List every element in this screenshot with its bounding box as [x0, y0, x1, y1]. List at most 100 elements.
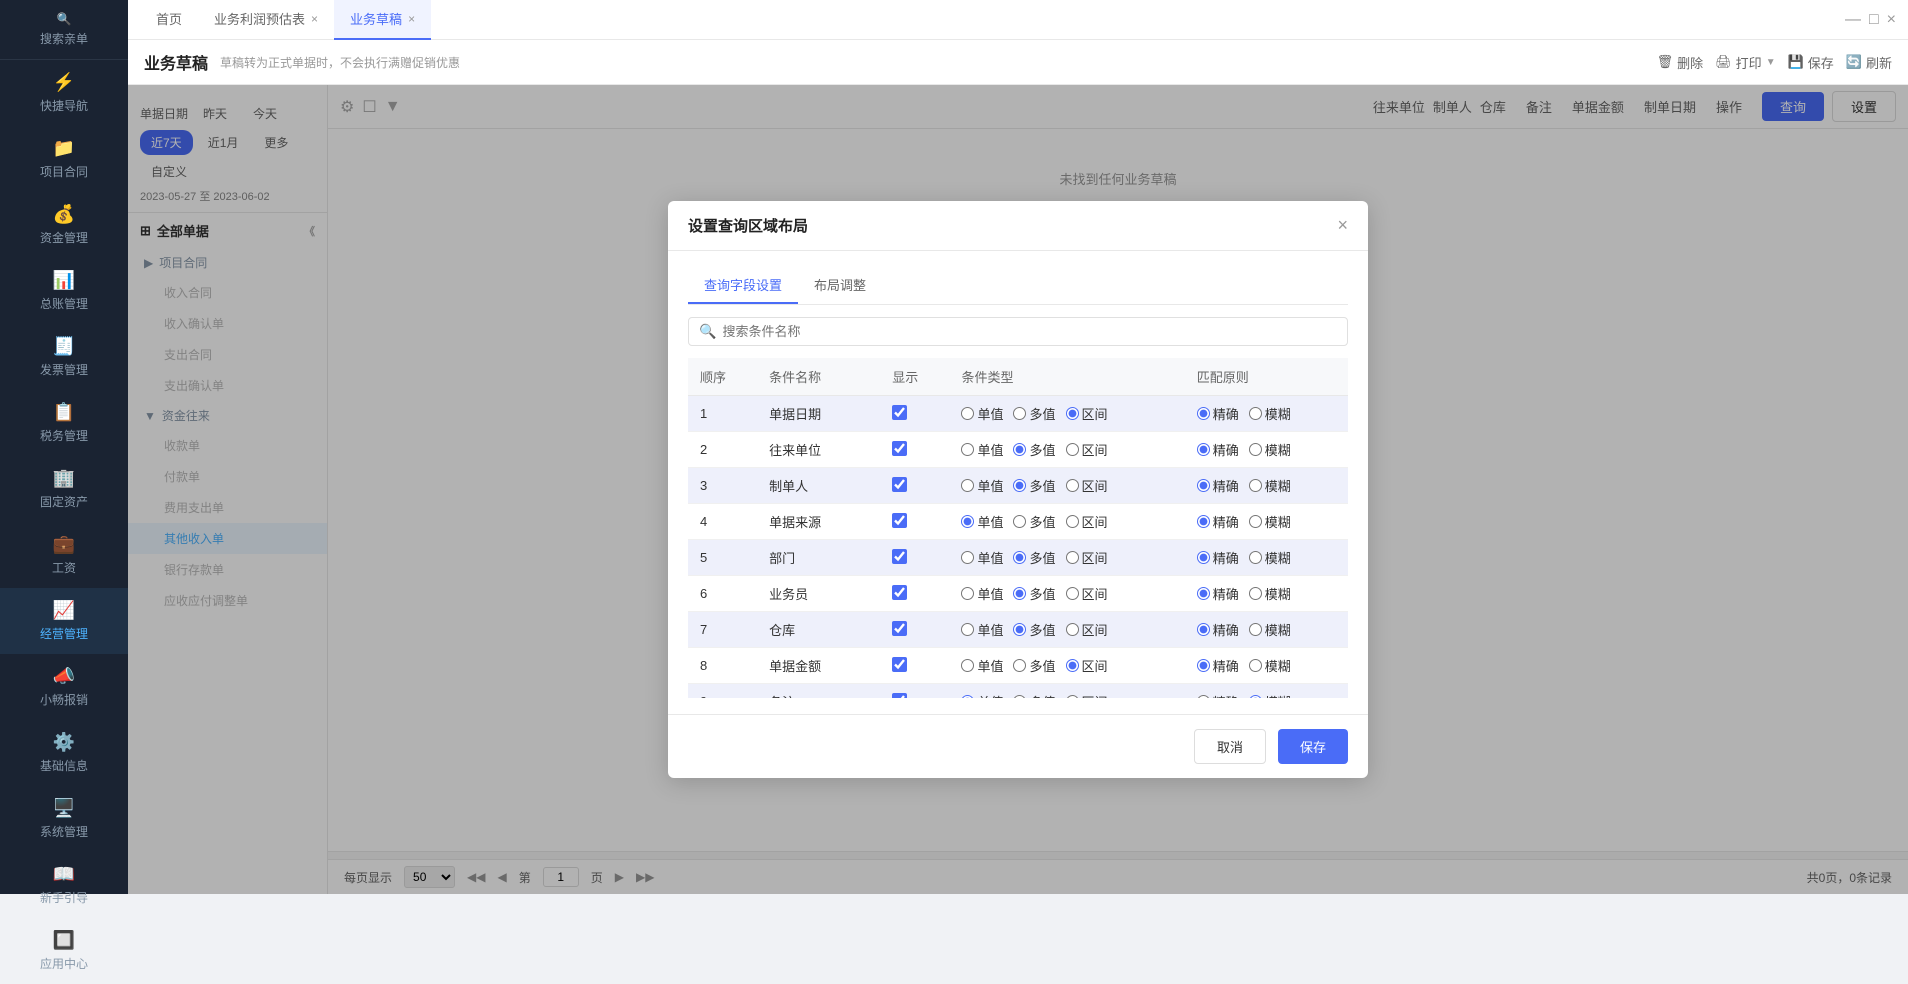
- match-radio-item[interactable]: 模糊: [1249, 440, 1291, 459]
- window-close[interactable]: ×: [1887, 11, 1896, 29]
- sidebar-item-app-center[interactable]: 🔲 应用中心: [0, 918, 128, 984]
- condition-radio[interactable]: [1013, 659, 1026, 672]
- condition-radio-item[interactable]: 区间: [1066, 440, 1108, 459]
- show-checkbox[interactable]: [892, 441, 907, 456]
- condition-radio-item[interactable]: 区间: [1066, 548, 1108, 567]
- condition-radio-item[interactable]: 单值: [961, 476, 1003, 495]
- condition-radio-item[interactable]: 单值: [961, 692, 1003, 698]
- match-radio-item[interactable]: 模糊: [1249, 620, 1291, 639]
- condition-radio-item[interactable]: 区间: [1066, 512, 1108, 531]
- show-checkbox[interactable]: [892, 477, 907, 492]
- show-checkbox[interactable]: [892, 585, 907, 600]
- match-radio[interactable]: [1197, 623, 1210, 636]
- condition-radio[interactable]: [1013, 479, 1026, 492]
- condition-radio-item[interactable]: 单值: [961, 620, 1003, 639]
- condition-radio[interactable]: [1066, 479, 1079, 492]
- match-radio[interactable]: [1249, 515, 1262, 528]
- condition-radio[interactable]: [961, 443, 974, 456]
- condition-radio[interactable]: [1066, 659, 1079, 672]
- match-radio-item[interactable]: 精确: [1197, 548, 1239, 567]
- sidebar-item-project[interactable]: 📁 项目合同: [0, 126, 128, 192]
- match-radio[interactable]: [1197, 551, 1210, 564]
- sidebar-item-basic[interactable]: ⚙️ 基础信息: [0, 720, 128, 786]
- show-checkbox[interactable]: [892, 657, 907, 672]
- condition-radio[interactable]: [961, 551, 974, 564]
- condition-radio-item[interactable]: 单值: [961, 584, 1003, 603]
- condition-radio-item[interactable]: 区间: [1066, 656, 1108, 675]
- condition-radio[interactable]: [1013, 587, 1026, 600]
- condition-radio[interactable]: [961, 515, 974, 528]
- match-radio[interactable]: [1249, 659, 1262, 672]
- condition-radio-item[interactable]: 区间: [1066, 584, 1108, 603]
- condition-radio[interactable]: [1066, 551, 1079, 564]
- match-radio[interactable]: [1249, 695, 1262, 698]
- condition-radio-item[interactable]: 多值: [1013, 548, 1055, 567]
- condition-radio-item[interactable]: 多值: [1013, 512, 1055, 531]
- match-radio-item[interactable]: 精确: [1197, 620, 1239, 639]
- condition-radio-item[interactable]: 单值: [961, 656, 1003, 675]
- tab-profit[interactable]: 业务利润预估表 ×: [198, 0, 334, 40]
- sidebar-item-system[interactable]: 🖥️ 系统管理: [0, 786, 128, 852]
- condition-radio[interactable]: [1066, 623, 1079, 636]
- sidebar-item-salary[interactable]: 💼 工资: [0, 522, 128, 588]
- match-radio[interactable]: [1197, 695, 1210, 698]
- condition-radio[interactable]: [961, 659, 974, 672]
- condition-radio-item[interactable]: 多值: [1013, 656, 1055, 675]
- match-radio[interactable]: [1197, 515, 1210, 528]
- match-radio-item[interactable]: 精确: [1197, 404, 1239, 423]
- window-maximize[interactable]: □: [1869, 11, 1879, 29]
- sidebar-item-invoice[interactable]: 🧾 发票管理: [0, 324, 128, 390]
- condition-radio[interactable]: [961, 407, 974, 420]
- match-radio-item[interactable]: 精确: [1197, 692, 1239, 698]
- sidebar-item-finance[interactable]: 💰 资金管理: [0, 192, 128, 258]
- sidebar-item-new-guide[interactable]: 📖 新手引导: [0, 852, 128, 918]
- tab-draft[interactable]: 业务草稿 ×: [334, 0, 431, 40]
- condition-radio[interactable]: [1066, 515, 1079, 528]
- condition-radio[interactable]: [1066, 443, 1079, 456]
- match-radio-item[interactable]: 模糊: [1249, 476, 1291, 495]
- match-radio[interactable]: [1249, 407, 1262, 420]
- show-checkbox[interactable]: [892, 405, 907, 420]
- match-radio[interactable]: [1197, 587, 1210, 600]
- match-radio-item[interactable]: 精确: [1197, 584, 1239, 603]
- tab-fields[interactable]: 查询字段设置: [688, 267, 798, 304]
- condition-radio[interactable]: [1066, 587, 1079, 600]
- condition-radio-item[interactable]: 多值: [1013, 404, 1055, 423]
- condition-radio[interactable]: [1013, 695, 1026, 698]
- condition-radio-item[interactable]: 区间: [1066, 620, 1108, 639]
- match-radio-item[interactable]: 精确: [1197, 476, 1239, 495]
- save-header-button[interactable]: 💾 保存: [1788, 53, 1834, 72]
- window-minimize[interactable]: —: [1845, 11, 1861, 29]
- dialog-close-button[interactable]: ×: [1337, 215, 1348, 236]
- condition-radio-item[interactable]: 多值: [1013, 440, 1055, 459]
- condition-radio[interactable]: [961, 695, 974, 698]
- delete-button[interactable]: 🗑 删除: [1657, 53, 1704, 72]
- condition-radio-item[interactable]: 多值: [1013, 692, 1055, 698]
- sidebar-item-biz[interactable]: 📈 经营管理: [0, 588, 128, 654]
- tab-home[interactable]: 首页: [140, 0, 198, 40]
- condition-radio[interactable]: [961, 479, 974, 492]
- sidebar-item-marketing[interactable]: 📣 小畅报销: [0, 654, 128, 720]
- match-radio-item[interactable]: 模糊: [1249, 548, 1291, 567]
- condition-radio-item[interactable]: 单值: [961, 512, 1003, 531]
- condition-radio-item[interactable]: 区间: [1066, 692, 1108, 698]
- match-radio[interactable]: [1249, 551, 1262, 564]
- search-input[interactable]: [722, 324, 942, 339]
- sidebar-item-asset[interactable]: 🏢 固定资产: [0, 456, 128, 522]
- match-radio[interactable]: [1197, 479, 1210, 492]
- condition-radio-item[interactable]: 多值: [1013, 620, 1055, 639]
- condition-radio-item[interactable]: 单值: [961, 404, 1003, 423]
- match-radio-item[interactable]: 模糊: [1249, 404, 1291, 423]
- match-radio-item[interactable]: 精确: [1197, 512, 1239, 531]
- show-checkbox[interactable]: [892, 621, 907, 636]
- print-button[interactable]: 🖨 打印 ▼: [1715, 53, 1775, 72]
- condition-radio-item[interactable]: 多值: [1013, 476, 1055, 495]
- match-radio[interactable]: [1249, 623, 1262, 636]
- show-checkbox[interactable]: [892, 513, 907, 528]
- sidebar-item-quick-nav[interactable]: ⚡ 快捷导航: [0, 60, 128, 126]
- sidebar-search[interactable]: 🔍 搜索亲单: [0, 0, 128, 60]
- condition-radio[interactable]: [1013, 515, 1026, 528]
- tab-profit-close[interactable]: ×: [311, 12, 318, 26]
- match-radio-item[interactable]: 精确: [1197, 656, 1239, 675]
- cancel-button[interactable]: 取消: [1194, 729, 1266, 764]
